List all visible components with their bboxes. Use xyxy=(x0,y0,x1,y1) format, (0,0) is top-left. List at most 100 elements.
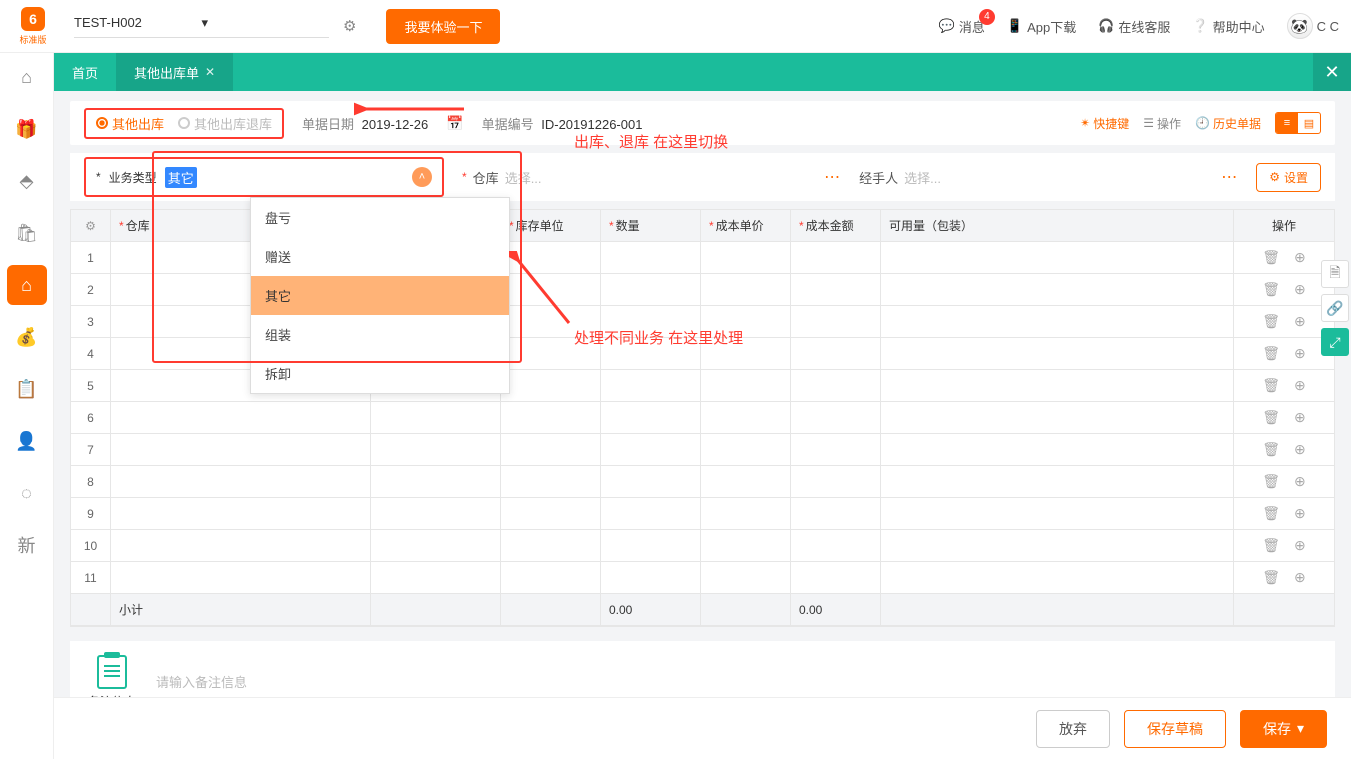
logo: 6 标准版 xyxy=(12,7,54,46)
help-link[interactable]: ❔ 帮助中心 xyxy=(1192,17,1264,36)
user-menu[interactable]: 🐼 C C xyxy=(1287,13,1339,39)
top-right: 💬 消息 4 📱 App下载 🎧 在线客服 ❔ 帮助中心 🐼 C C xyxy=(939,13,1339,39)
close-icon[interactable]: ✕ xyxy=(205,65,215,79)
note-area: 备注信息 xyxy=(70,641,1335,697)
nav-clipboard-icon[interactable]: 📋 xyxy=(7,369,47,409)
history-link[interactable]: 🕘 历史单据 xyxy=(1195,115,1261,132)
experience-button[interactable]: 我要体验一下 xyxy=(386,9,500,44)
delete-icon[interactable]: 🗑 xyxy=(1262,569,1280,586)
chevron-up-icon: ˄ xyxy=(412,167,432,187)
app-download-link[interactable]: 📱 App下载 xyxy=(1007,17,1076,36)
subtotal-row: 小计 0.00 0.00 xyxy=(71,594,1334,626)
nav-gift-icon[interactable]: 🎁 xyxy=(7,109,47,149)
dock-doc-icon[interactable]: 🗎 xyxy=(1321,260,1349,288)
add-icon[interactable]: ⊕ xyxy=(1294,409,1306,426)
table-row[interactable]: 6🗑⊕ xyxy=(71,402,1334,434)
delete-icon[interactable]: 🗑 xyxy=(1262,249,1280,266)
shortcut-link[interactable]: ✴ 快捷键 xyxy=(1080,115,1129,132)
delete-icon[interactable]: 🗑 xyxy=(1262,313,1280,330)
save-draft-button[interactable]: 保存草稿 xyxy=(1124,710,1226,748)
biz-type-field[interactable]: * 业务类型 其它 ˄ xyxy=(84,157,444,197)
more-icon[interactable]: ⋯ xyxy=(1221,167,1238,187)
nav-diamond-icon[interactable]: ⬘ xyxy=(7,161,47,201)
table-row[interactable]: 10🗑⊕ xyxy=(71,530,1334,562)
add-icon[interactable]: ⊕ xyxy=(1294,313,1306,330)
logo-icon: 6 xyxy=(21,7,45,31)
content: 其他出库 其他出库退库 单据日期 2019-12-26 📅 单据编号 ID-20… xyxy=(54,91,1351,697)
delete-icon[interactable]: 🗑 xyxy=(1262,505,1280,522)
right-dock: 🗎 🔗 ⤢ xyxy=(1321,260,1351,356)
doc-date-label: 单据日期 2019-12-26 xyxy=(302,114,428,133)
calendar-icon[interactable]: 📅 xyxy=(446,115,463,132)
outbound-mode-radio-group: 其他出库 其他出库退库 xyxy=(84,108,284,139)
left-nav: ⌂ 🎁 ⬘ 🛍 ⌂ 💰 📋 👤 ◌ 新 xyxy=(0,53,54,759)
operate-link[interactable]: ☰ 操作 xyxy=(1143,115,1181,132)
phone-icon: 📱 xyxy=(1007,18,1023,34)
dd-item-zengsong[interactable]: 赠送 xyxy=(251,237,509,276)
biz-type-value: 其它 xyxy=(165,167,197,188)
delete-icon[interactable]: 🗑 xyxy=(1262,345,1280,362)
table-row[interactable]: 7🗑⊕ xyxy=(71,434,1334,466)
gear-icon[interactable]: ⚙ xyxy=(71,210,111,241)
nav-contact-icon[interactable]: 👤 xyxy=(7,421,47,461)
delete-icon[interactable]: 🗑 xyxy=(1262,281,1280,298)
nav-warehouse-icon[interactable]: ⌂ xyxy=(7,265,47,305)
handler-field[interactable]: 经手人 选择... ⋯ xyxy=(859,167,1238,187)
tab-other-outbound[interactable]: 其他出库单 ✕ xyxy=(116,53,233,91)
more-icon[interactable]: ⋯ xyxy=(824,167,841,187)
form-row: * 业务类型 其它 ˄ * 仓库 选择... ⋯ 经手人 选择... ⋯ xyxy=(70,153,1335,201)
gear-icon[interactable]: ⚙ xyxy=(343,17,356,35)
annotation-switch: 出库、退库 在这里切换 xyxy=(574,131,728,152)
messages-link[interactable]: 💬 消息 4 xyxy=(939,17,985,36)
headset-icon: 🎧 xyxy=(1098,18,1114,34)
dock-expand-icon[interactable]: ⤢ xyxy=(1321,328,1349,356)
warehouse-field[interactable]: * 仓库 选择... ⋯ xyxy=(462,167,841,187)
nav-home-icon[interactable]: ⌂ xyxy=(7,57,47,97)
doc-no-label: 单据编号 ID-20191226-001 xyxy=(482,114,643,133)
setting-button[interactable]: ⚙ 设置 xyxy=(1256,163,1321,192)
add-icon[interactable]: ⊕ xyxy=(1294,505,1306,522)
add-icon[interactable]: ⊕ xyxy=(1294,569,1306,586)
delete-icon[interactable]: 🗑 xyxy=(1262,473,1280,490)
dd-item-pankui[interactable]: 盘亏 xyxy=(251,198,509,237)
nav-money-icon[interactable]: 💰 xyxy=(7,317,47,357)
tabbar-close-icon[interactable]: ✕ xyxy=(1313,53,1351,91)
note-icon: 备注信息 xyxy=(88,655,136,697)
biz-type-dropdown: 盘亏 赠送 其它 组装 拆卸 xyxy=(250,197,510,394)
note-input[interactable] xyxy=(156,675,1317,690)
delete-icon[interactable]: 🗑 xyxy=(1262,377,1280,394)
delete-icon[interactable]: 🗑 xyxy=(1262,537,1280,554)
annotation-process: 处理不同业务 在这里处理 xyxy=(574,327,743,348)
add-icon[interactable]: ⊕ xyxy=(1294,537,1306,554)
tenant-select[interactable]: TEST-H002 ▾ xyxy=(74,15,329,38)
nav-bag-icon[interactable]: 🛍 xyxy=(7,213,47,253)
dd-item-chaxie[interactable]: 拆卸 xyxy=(251,354,509,393)
dd-item-qita[interactable]: 其它 xyxy=(251,276,509,315)
radio-outbound-return[interactable]: 其他出库退库 xyxy=(178,114,272,133)
nav-new-icon[interactable]: 新 xyxy=(7,525,47,565)
radio-outbound[interactable]: 其他出库 xyxy=(96,114,164,133)
add-icon[interactable]: ⊕ xyxy=(1294,345,1306,362)
tab-home[interactable]: 首页 xyxy=(54,53,116,91)
help-icon: ❔ xyxy=(1192,18,1208,34)
add-icon[interactable]: ⊕ xyxy=(1294,249,1306,266)
logo-sub: 标准版 xyxy=(19,33,46,46)
add-icon[interactable]: ⊕ xyxy=(1294,441,1306,458)
message-badge: 4 xyxy=(979,9,995,25)
nav-sync-icon[interactable]: ◌ xyxy=(7,473,47,513)
delete-icon[interactable]: 🗑 xyxy=(1262,441,1280,458)
save-button[interactable]: 保存 ▾ xyxy=(1240,710,1327,748)
delete-icon[interactable]: 🗑 xyxy=(1262,409,1280,426)
add-icon[interactable]: ⊕ xyxy=(1294,473,1306,490)
add-icon[interactable]: ⊕ xyxy=(1294,377,1306,394)
add-icon[interactable]: ⊕ xyxy=(1294,281,1306,298)
discard-button[interactable]: 放弃 xyxy=(1036,710,1110,748)
table-row[interactable]: 8🗑⊕ xyxy=(71,466,1334,498)
tenant-name: TEST-H002 xyxy=(74,15,202,30)
service-link[interactable]: 🎧 在线客服 xyxy=(1098,17,1170,36)
view-toggle[interactable]: ≡▤ xyxy=(1275,112,1321,134)
table-row[interactable]: 11🗑⊕ xyxy=(71,562,1334,594)
dock-link-icon[interactable]: 🔗 xyxy=(1321,294,1349,322)
table-row[interactable]: 9🗑⊕ xyxy=(71,498,1334,530)
dd-item-zuzhuang[interactable]: 组装 xyxy=(251,315,509,354)
